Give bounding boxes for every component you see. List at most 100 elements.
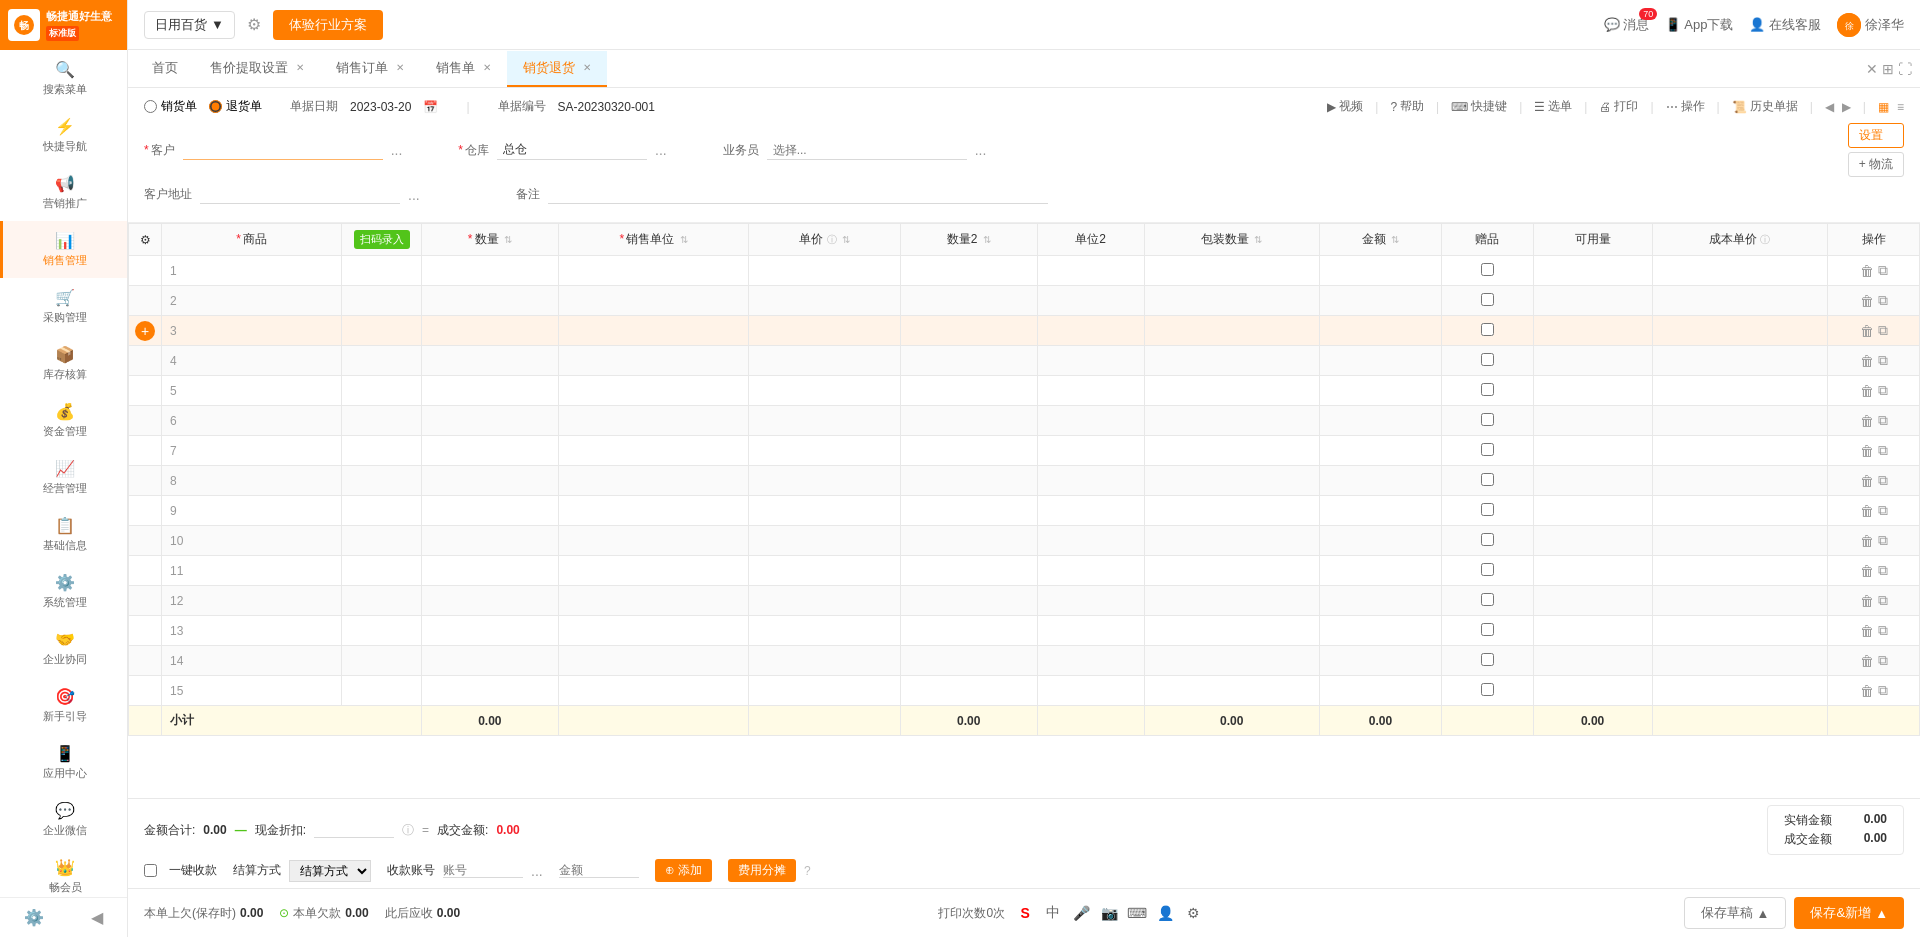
gift-checkbox[interactable] bbox=[1481, 413, 1494, 426]
available-cell[interactable] bbox=[1533, 256, 1652, 286]
quantity2-cell[interactable] bbox=[900, 526, 1037, 556]
amount-cell[interactable] bbox=[1320, 286, 1442, 316]
quantity2-cell[interactable] bbox=[900, 436, 1037, 466]
sales-unit-cell[interactable] bbox=[558, 466, 749, 496]
unit-price-cell[interactable] bbox=[749, 526, 901, 556]
product-cell[interactable] bbox=[342, 466, 422, 496]
address-input[interactable] bbox=[200, 185, 400, 204]
sales-unit-cell[interactable] bbox=[558, 556, 749, 586]
staff-input[interactable] bbox=[767, 141, 967, 160]
product-cell[interactable] bbox=[342, 346, 422, 376]
quantity-cell[interactable] bbox=[422, 496, 559, 526]
tab-fullscreen-icon[interactable]: ⛶ bbox=[1898, 61, 1912, 77]
settings-bottom-icon[interactable]: ⚙️ bbox=[24, 908, 44, 927]
sales-unit-cell[interactable] bbox=[558, 376, 749, 406]
available-cell[interactable] bbox=[1533, 286, 1652, 316]
quantity-cell[interactable] bbox=[422, 436, 559, 466]
unit2-cell[interactable] bbox=[1037, 286, 1144, 316]
qty-sort[interactable]: ⇅ bbox=[504, 234, 512, 245]
product-cell[interactable] bbox=[342, 496, 422, 526]
next-record-icon[interactable]: ▶ bbox=[1842, 100, 1851, 114]
copy-row-btn[interactable]: ⧉ bbox=[1878, 502, 1888, 519]
unit2-cell[interactable] bbox=[1037, 346, 1144, 376]
sidebar-item-shortcut[interactable]: ⚡ 快捷导航 bbox=[0, 107, 127, 164]
delete-row-btn[interactable]: 🗑 bbox=[1860, 562, 1874, 579]
save-draft-dropdown-icon[interactable]: ▲ bbox=[1757, 906, 1770, 921]
experience-btn[interactable]: 体验行业方案 bbox=[273, 10, 383, 40]
gift-checkbox[interactable] bbox=[1481, 353, 1494, 366]
quantity2-cell[interactable] bbox=[900, 406, 1037, 436]
tab-order-close[interactable]: ✕ bbox=[396, 62, 404, 73]
tab-sales-delivery[interactable]: 销售单 ✕ bbox=[420, 51, 507, 87]
row-gear-cell[interactable] bbox=[129, 556, 162, 586]
product-cell[interactable] bbox=[342, 676, 422, 706]
delete-row-btn[interactable]: 🗑 bbox=[1860, 532, 1874, 549]
gift-cell[interactable] bbox=[1441, 466, 1533, 496]
unit-price-cell[interactable] bbox=[749, 346, 901, 376]
available-cell[interactable] bbox=[1533, 646, 1652, 676]
amount-cell[interactable] bbox=[1320, 646, 1442, 676]
unit-price-cell[interactable] bbox=[749, 676, 901, 706]
unit-price-cell[interactable] bbox=[749, 436, 901, 466]
delete-row-btn[interactable]: 🗑 bbox=[1860, 682, 1874, 699]
package-qty-cell[interactable] bbox=[1144, 406, 1320, 436]
col-gear[interactable]: ⚙ bbox=[129, 224, 162, 256]
available-cell[interactable] bbox=[1533, 616, 1652, 646]
topbar-gear-icon[interactable]: ⚙ bbox=[247, 15, 261, 34]
quantity2-cell[interactable] bbox=[900, 676, 1037, 706]
gift-checkbox[interactable] bbox=[1481, 503, 1494, 516]
gift-checkbox[interactable] bbox=[1481, 293, 1494, 306]
payment-checkbox[interactable] bbox=[144, 864, 157, 877]
online-service-link[interactable]: 👤 在线客服 bbox=[1749, 16, 1821, 34]
sidebar-item-basic[interactable]: 📋 基础信息 bbox=[0, 506, 127, 563]
package-qty-cell[interactable] bbox=[1144, 466, 1320, 496]
amount-cell[interactable] bbox=[1320, 316, 1442, 346]
quantity-cell[interactable] bbox=[422, 466, 559, 496]
gift-checkbox[interactable] bbox=[1481, 683, 1494, 696]
unit-price-cell[interactable] bbox=[749, 256, 901, 286]
sales-unit-cell[interactable] bbox=[558, 496, 749, 526]
sales-unit-cell[interactable] bbox=[558, 406, 749, 436]
product-input[interactable] bbox=[348, 324, 415, 338]
package-qty-cell[interactable] bbox=[1144, 586, 1320, 616]
collapse-icon[interactable]: ◀ bbox=[91, 908, 103, 927]
delete-row-btn[interactable]: 🗑 bbox=[1860, 592, 1874, 609]
delete-row-btn[interactable]: 🗑 bbox=[1860, 352, 1874, 369]
copy-row-btn[interactable]: ⧉ bbox=[1878, 352, 1888, 369]
package-qty-cell[interactable] bbox=[1144, 646, 1320, 676]
product-cell[interactable] bbox=[342, 586, 422, 616]
quantity-cell[interactable] bbox=[422, 676, 559, 706]
row-gear-cell[interactable] bbox=[129, 526, 162, 556]
quantity2-cell[interactable] bbox=[900, 496, 1037, 526]
package-qty-cell[interactable] bbox=[1144, 316, 1320, 346]
unit2-cell[interactable] bbox=[1037, 586, 1144, 616]
amount-cell[interactable] bbox=[1320, 376, 1442, 406]
copy-row-btn[interactable]: ⧉ bbox=[1878, 412, 1888, 429]
sales-unit-cell[interactable] bbox=[558, 316, 749, 346]
row-gear-cell[interactable] bbox=[129, 616, 162, 646]
available-cell[interactable] bbox=[1533, 526, 1652, 556]
row-gear-cell[interactable] bbox=[129, 466, 162, 496]
product-cell[interactable] bbox=[342, 316, 422, 346]
amount-cell[interactable] bbox=[1320, 556, 1442, 586]
cost-price-cell[interactable] bbox=[1652, 676, 1828, 706]
gift-checkbox[interactable] bbox=[1481, 263, 1494, 276]
gift-cell[interactable] bbox=[1441, 376, 1533, 406]
cost-price-cell[interactable] bbox=[1652, 346, 1828, 376]
toolbar-shortcut[interactable]: ⌨ 快捷键 bbox=[1451, 98, 1507, 115]
quantity-cell[interactable] bbox=[422, 406, 559, 436]
unit2-cell[interactable] bbox=[1037, 676, 1144, 706]
sidebar-item-appstore[interactable]: 📱 应用中心 bbox=[0, 734, 127, 791]
unit-price-cell[interactable] bbox=[749, 466, 901, 496]
customer-dots[interactable]: ... bbox=[391, 142, 403, 158]
save-new-dropdown-icon[interactable]: ▲ bbox=[1875, 906, 1888, 921]
product-cell[interactable] bbox=[342, 556, 422, 586]
price-info-icon[interactable]: ⓘ bbox=[827, 234, 837, 245]
available-cell[interactable] bbox=[1533, 586, 1652, 616]
row-gear-cell[interactable] bbox=[129, 406, 162, 436]
sidebar-item-inventory[interactable]: 📦 库存核算 bbox=[0, 335, 127, 392]
cost-info-icon[interactable]: ⓘ bbox=[1760, 234, 1770, 245]
row-gear-cell[interactable] bbox=[129, 256, 162, 286]
amount-cell[interactable] bbox=[1320, 406, 1442, 436]
quantity-cell[interactable] bbox=[422, 526, 559, 556]
